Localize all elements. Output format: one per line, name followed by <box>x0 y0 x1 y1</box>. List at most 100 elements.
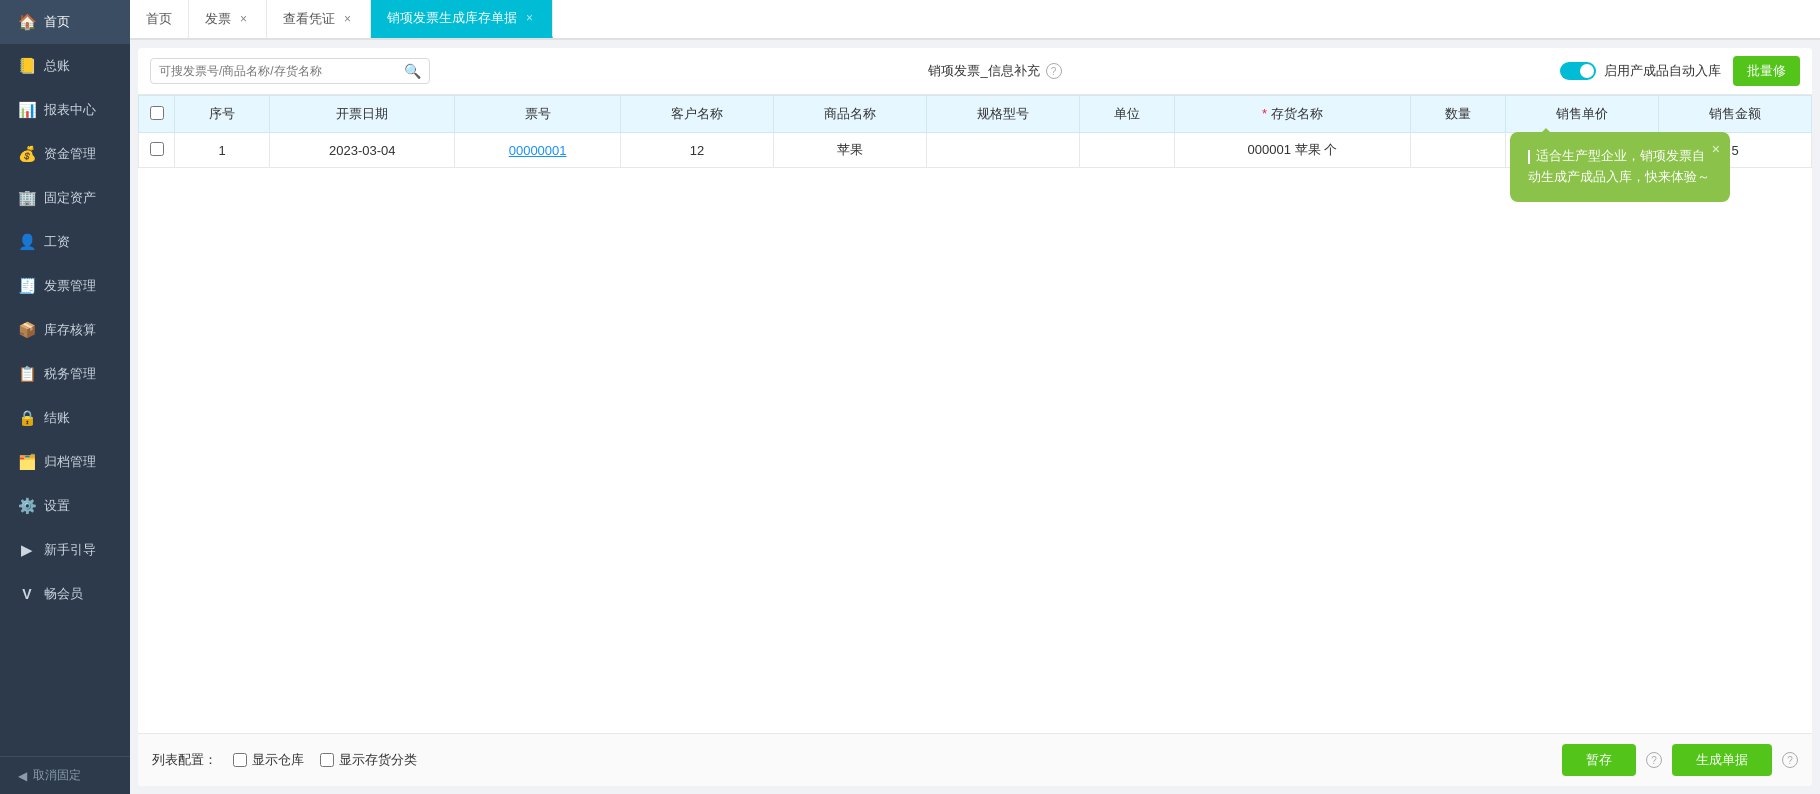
unpin-icon: ◀ <box>18 769 27 783</box>
sidebar-item-home[interactable]: 🏠 首页 <box>0 0 130 44</box>
ticket-no-link[interactable]: 00000001 <box>509 143 567 158</box>
sidebar-item-funds[interactable]: 💰 资金管理 <box>0 132 130 176</box>
ledger-icon: 📒 <box>18 57 36 75</box>
select-all-checkbox[interactable] <box>150 106 164 120</box>
tooltip-text: 适合生产型企业，销项发票自动生成产成品入库，快来体验～ <box>1528 148 1710 184</box>
guide-icon: ▶ <box>18 541 36 559</box>
show-category-label[interactable]: 显示存货分类 <box>320 751 417 769</box>
sidebar-item-ledger[interactable]: 📒 总账 <box>0 44 130 88</box>
tab-voucher-close[interactable]: × <box>341 11 354 27</box>
sidebar-label-archive: 归档管理 <box>44 453 96 471</box>
show-warehouse-text: 显示仓库 <box>252 751 304 769</box>
sidebar-item-member[interactable]: V 畅会员 <box>0 572 130 616</box>
col-seq: 序号 <box>175 96 270 133</box>
tab-inventory-receipt-close[interactable]: × <box>523 10 536 26</box>
tab-invoice[interactable]: 发票 × <box>189 0 267 38</box>
col-customer: 客户名称 <box>621 96 774 133</box>
sidebar-item-archive[interactable]: 🗂️ 归档管理 <box>0 440 130 484</box>
col-ticket-no: 票号 <box>455 96 621 133</box>
row-unit <box>1079 133 1174 168</box>
bottom-bar: 列表配置： 显示仓库 显示存货分类 暂存 ? 生成单据 ? <box>138 733 1812 786</box>
auto-warehouse-toggle[interactable] <box>1560 62 1596 80</box>
sidebar-label-tax: 税务管理 <box>44 365 96 383</box>
search-icon: 🔍 <box>404 63 421 79</box>
inventory-icon: 📦 <box>18 321 36 339</box>
list-config-label: 列表配置： <box>152 751 217 769</box>
sidebar-item-tax[interactable]: 📋 税务管理 <box>0 352 130 396</box>
col-date: 开票日期 <box>270 96 455 133</box>
sidebar-label-settings: 设置 <box>44 497 70 515</box>
sidebar-item-payroll[interactable]: 👤 工资 <box>0 220 130 264</box>
row-inventory: 000001 苹果 个 <box>1174 133 1410 168</box>
save-button[interactable]: 暂存 <box>1562 744 1636 776</box>
row-seq: 1 <box>175 133 270 168</box>
tooltip-bubble: × 适合生产型企业，销项发票自动生成产成品入库，快来体验～ <box>1510 132 1730 202</box>
payroll-icon: 👤 <box>18 233 36 251</box>
sidebar-label-ledger: 总账 <box>44 57 70 75</box>
home-icon: 🏠 <box>18 13 36 31</box>
settings-icon: ⚙️ <box>18 497 36 515</box>
search-box[interactable]: 🔍 <box>150 58 430 84</box>
show-category-checkbox[interactable] <box>320 753 334 767</box>
tooltip-cursor <box>1528 150 1530 164</box>
row-qty <box>1410 133 1505 168</box>
sidebar-label-invoice: 发票管理 <box>44 277 96 295</box>
col-unit: 单位 <box>1079 96 1174 133</box>
toggle-label: 启用产成品自动入库 <box>1604 62 1721 80</box>
info-icon[interactable]: ? <box>1046 63 1062 79</box>
toolbar: 🔍 销项发票_信息补充 ? 启用产成品自动入库 批量修 <box>138 48 1812 95</box>
generate-button[interactable]: 生成单据 <box>1672 744 1772 776</box>
closing-icon: 🔒 <box>18 409 36 427</box>
archive-icon: 🗂️ <box>18 453 36 471</box>
sidebar-item-settings[interactable]: ⚙️ 设置 <box>0 484 130 528</box>
reports-icon: 📊 <box>18 101 36 119</box>
tab-inventory-receipt[interactable]: 销项发票生成库存单据 × <box>371 0 553 38</box>
row-checkbox[interactable] <box>150 142 164 156</box>
sidebar-item-inventory[interactable]: 📦 库存核算 <box>0 308 130 352</box>
tab-voucher-label: 查看凭证 <box>283 10 335 28</box>
row-product: 苹果 <box>773 133 926 168</box>
col-inventory: * 存货名称 <box>1174 96 1410 133</box>
sidebar-label-payroll: 工资 <box>44 233 70 251</box>
sidebar-item-reports[interactable]: 📊 报表中心 <box>0 88 130 132</box>
sidebar-item-invoice[interactable]: 🧾 发票管理 <box>0 264 130 308</box>
generate-info-icon[interactable]: ? <box>1782 752 1798 768</box>
show-warehouse-checkbox[interactable] <box>233 753 247 767</box>
toggle-knob <box>1580 64 1594 78</box>
select-all-header[interactable] <box>139 96 175 133</box>
unpin-label: 取消固定 <box>33 767 81 784</box>
sidebar-item-assets[interactable]: 🏢 固定资产 <box>0 176 130 220</box>
sidebar-label-closing: 结账 <box>44 409 70 427</box>
col-unit-price: 销售单价 <box>1506 96 1659 133</box>
sidebar: 🏠 首页 📒 总账 📊 报表中心 💰 资金管理 🏢 固定资产 👤 工资 🧾 发票… <box>0 0 130 794</box>
batch-button[interactable]: 批量修 <box>1733 56 1800 86</box>
page-wrapper: 🔍 销项发票_信息补充 ? 启用产成品自动入库 批量修 <box>130 40 1820 794</box>
col-amount: 销售金额 <box>1659 96 1812 133</box>
toggle-area: 启用产成品自动入库 <box>1560 62 1721 80</box>
show-warehouse-label[interactable]: 显示仓库 <box>233 751 304 769</box>
row-date: 2023-03-04 <box>270 133 455 168</box>
row-ticket-no[interactable]: 00000001 <box>455 133 621 168</box>
col-product: 商品名称 <box>773 96 926 133</box>
main-area: 首页 发票 × 查看凭证 × 销项发票生成库存单据 × 🔍 销项发票_信息补充 <box>130 0 1820 794</box>
search-input[interactable] <box>159 64 398 78</box>
funds-icon: 💰 <box>18 145 36 163</box>
tab-invoice-label: 发票 <box>205 10 231 28</box>
sidebar-item-closing[interactable]: 🔒 结账 <box>0 396 130 440</box>
bottom-actions: 暂存 ? 生成单据 ? <box>1562 744 1798 776</box>
col-qty: 数量 <box>1410 96 1505 133</box>
tab-voucher[interactable]: 查看凭证 × <box>267 0 371 38</box>
tooltip-close-button[interactable]: × <box>1712 138 1720 160</box>
sidebar-label-home: 首页 <box>44 13 70 31</box>
sidebar-item-guide[interactable]: ▶ 新手引导 <box>0 528 130 572</box>
required-mark: * <box>1262 106 1271 121</box>
sidebar-label-member: 畅会员 <box>44 585 83 603</box>
row-checkbox-cell[interactable] <box>139 133 175 168</box>
show-category-text: 显示存货分类 <box>339 751 417 769</box>
tab-home-label: 首页 <box>146 10 172 28</box>
assets-icon: 🏢 <box>18 189 36 207</box>
tab-home[interactable]: 首页 <box>130 0 189 38</box>
save-info-icon[interactable]: ? <box>1646 752 1662 768</box>
unpin-button[interactable]: ◀ 取消固定 <box>0 756 130 794</box>
tab-invoice-close[interactable]: × <box>237 11 250 27</box>
